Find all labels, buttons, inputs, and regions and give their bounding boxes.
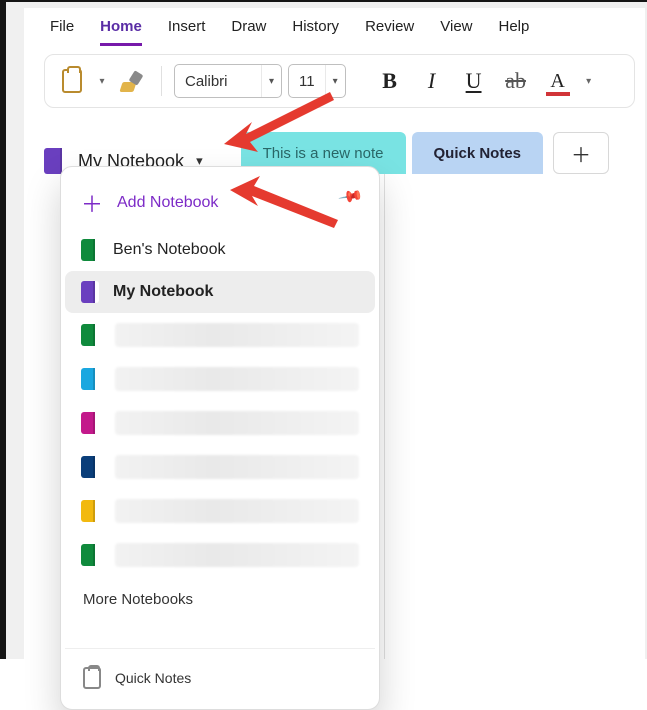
pin-icon[interactable]: 📌 — [337, 183, 365, 211]
notebook-icon — [81, 412, 99, 434]
redacted-label — [115, 455, 359, 479]
menu-item-draw[interactable]: Draw — [231, 18, 266, 46]
notebook-popover: ＋ Add Notebook 📌 Ben's Notebook My Notebo… — [60, 166, 380, 710]
ribbon: ▾ Calibri ▾ 11 ▾ B I U ab A ▾ — [44, 54, 635, 108]
more-notebooks-label: More Notebooks — [83, 591, 193, 608]
font-family-combo[interactable]: Calibri ▾ — [174, 64, 282, 98]
notebook-icon — [81, 500, 99, 522]
notebook-item[interactable]: My Notebook — [65, 271, 375, 313]
more-notebooks-button[interactable]: More Notebooks — [65, 577, 375, 622]
add-notebook-button[interactable]: ＋ Add Notebook 📌 — [65, 177, 375, 229]
separator — [65, 648, 375, 649]
notebook-item[interactable] — [65, 313, 375, 357]
underline-button[interactable]: U — [456, 63, 492, 99]
menu-item-history[interactable]: History — [292, 18, 339, 46]
quick-notes-button[interactable]: Quick Notes — [65, 653, 375, 703]
font-color-button[interactable]: A — [540, 63, 576, 99]
notebook-item-label: Ben's Notebook — [113, 241, 225, 259]
redacted-label — [115, 543, 359, 567]
notebook-icon — [81, 239, 99, 261]
clipboard-icon — [62, 69, 82, 93]
brush-icon — [121, 70, 143, 92]
font-color-caret[interactable]: ▾ — [582, 76, 596, 87]
chevron-down-icon[interactable]: ▾ — [261, 65, 281, 97]
page-divider — [384, 174, 385, 659]
notebook-icon — [81, 456, 99, 478]
redacted-label — [115, 411, 359, 435]
paste-caret[interactable]: ▾ — [95, 76, 109, 87]
strikethrough-button[interactable]: ab — [498, 63, 534, 99]
redacted-label — [115, 499, 359, 523]
menu-item-home[interactable]: Home — [100, 18, 142, 46]
separator — [161, 66, 162, 96]
notebook-item-label: My Notebook — [113, 283, 213, 301]
quick-notes-label: Quick Notes — [115, 670, 191, 686]
notebook-icon — [81, 281, 99, 303]
font-size-combo[interactable]: 11 ▾ — [288, 64, 346, 98]
notebook-item[interactable]: Ben's Notebook — [65, 229, 375, 271]
bold-button[interactable]: B — [372, 63, 408, 99]
italic-button[interactable]: I — [414, 63, 450, 99]
notebook-item[interactable] — [65, 489, 375, 533]
add-section-button[interactable]: ＋ — [553, 132, 609, 174]
tab-label: Quick Notes — [434, 145, 522, 162]
menu-item-file[interactable]: File — [50, 18, 74, 46]
menu-bar: File Home Insert Draw History Review View Help — [24, 8, 645, 46]
notebook-icon — [81, 324, 99, 346]
chevron-down-icon[interactable]: ▾ — [325, 65, 345, 97]
add-notebook-label: Add Notebook — [117, 194, 218, 212]
plus-icon: ＋ — [81, 187, 103, 219]
notebook-item[interactable] — [65, 533, 375, 577]
paste-button[interactable] — [55, 64, 89, 98]
menu-item-help[interactable]: Help — [499, 18, 530, 46]
menu-item-insert[interactable]: Insert — [168, 18, 206, 46]
page-icon — [83, 667, 101, 689]
font-size-value: 11 — [289, 73, 325, 90]
menu-item-review[interactable]: Review — [365, 18, 414, 46]
notebook-item[interactable] — [65, 357, 375, 401]
format-painter-button[interactable] — [115, 64, 149, 98]
menu-item-view[interactable]: View — [440, 18, 472, 46]
font-family-value: Calibri — [175, 73, 261, 90]
plus-icon: ＋ — [571, 139, 591, 168]
section-tab-quicknotes[interactable]: Quick Notes — [412, 132, 544, 174]
redacted-label — [115, 367, 359, 391]
redacted-label — [115, 323, 359, 347]
notebook-item[interactable] — [65, 445, 375, 489]
notebook-icon — [81, 368, 99, 390]
tab-label: This is a new note — [263, 145, 384, 162]
notebook-icon — [81, 544, 99, 566]
notebook-item[interactable] — [65, 401, 375, 445]
